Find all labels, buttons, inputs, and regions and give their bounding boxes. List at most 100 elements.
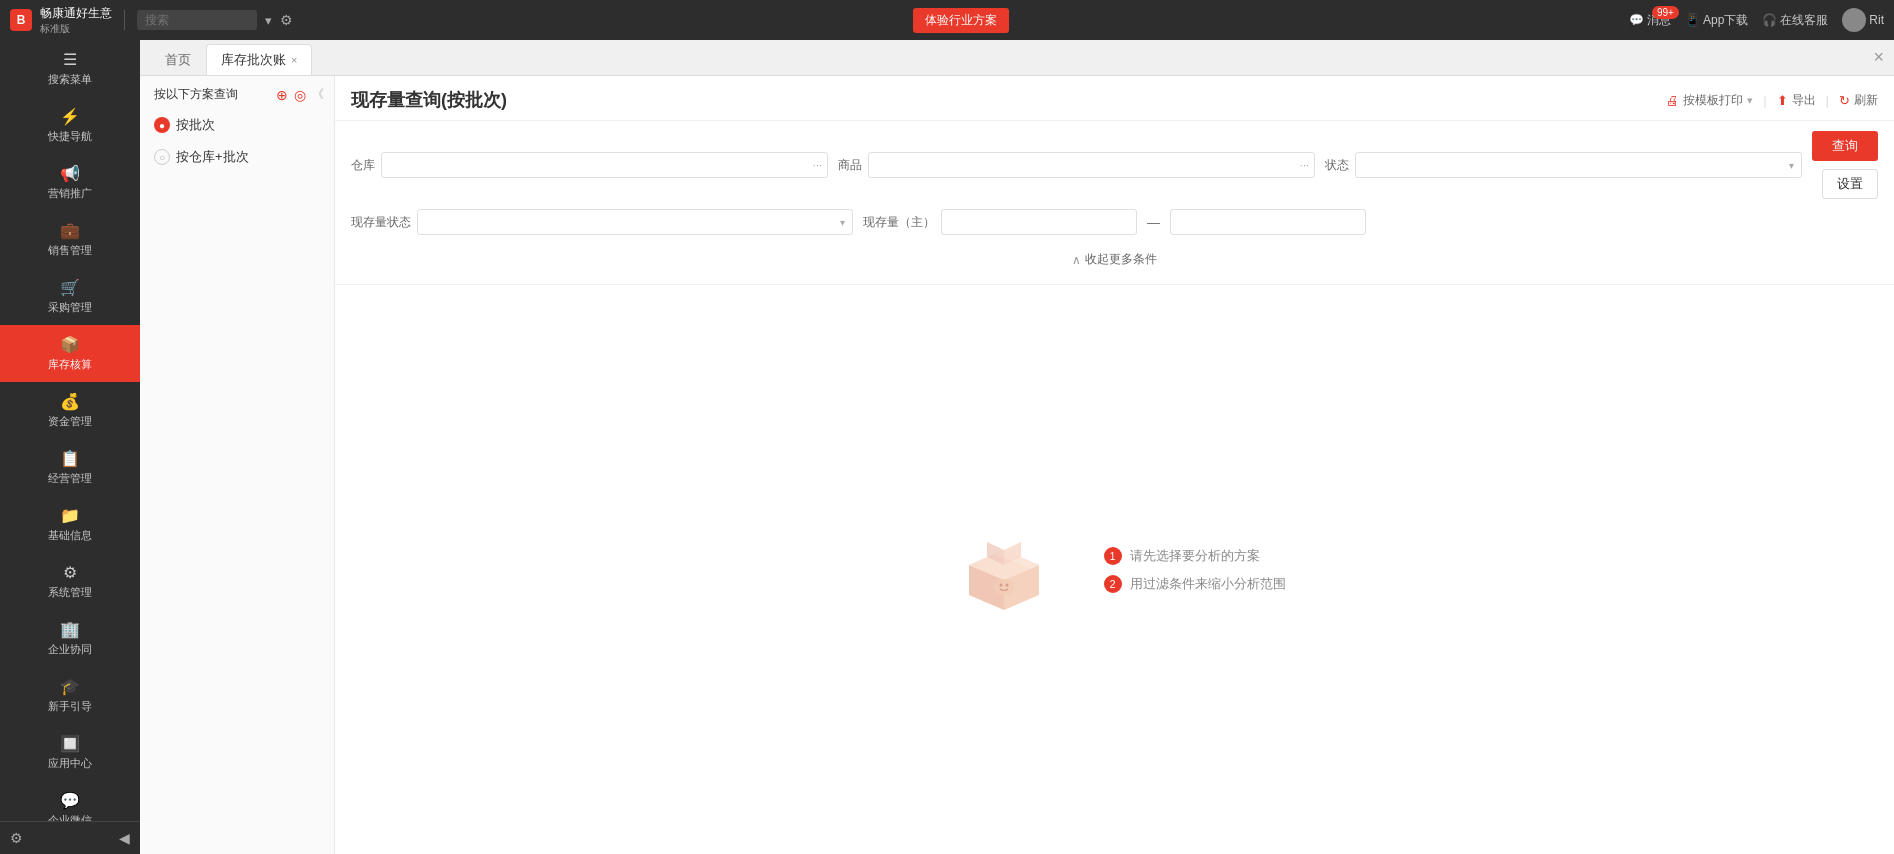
plan-item-by-warehouse-batch[interactable]: ○ 按仓库+批次 xyxy=(140,141,334,173)
collapse-bar[interactable]: ∧ 收起更多条件 xyxy=(351,245,1878,274)
app-brand: 畅康通好生意 标准版 xyxy=(40,5,112,36)
left-panel-title: 按以下方案查询 xyxy=(154,86,238,103)
sidebar-label-guide: 新手引导 xyxy=(48,699,92,714)
status-select[interactable] xyxy=(1355,152,1802,178)
trial-button[interactable]: 体验行业方案 xyxy=(913,8,1009,33)
content-area: 首页 库存批次账 × × 按以下方案查询 ⊕ ◎ 《 xyxy=(140,40,1894,854)
plan-active-dot: ● xyxy=(154,117,170,133)
plan-by-warehouse-batch-label: 按仓库+批次 xyxy=(176,148,249,166)
qty-filter-group: 现存量（主） — xyxy=(863,209,1365,235)
product-filter-group: 商品 ··· xyxy=(838,152,1315,178)
sidebar-item-basic-info[interactable]: 📁 基础信息 xyxy=(0,496,140,553)
home-tab-label: 首页 xyxy=(165,51,191,69)
empty-hint-1: 1 请先选择要分析的方案 xyxy=(1104,547,1286,565)
avatar xyxy=(1842,8,1866,32)
sidebar-label-finance: 资金管理 xyxy=(48,414,92,429)
sidebar-item-quick-nav[interactable]: ⚡ 快捷导航 xyxy=(0,97,140,154)
sidebar-item-guide[interactable]: 🎓 新手引导 xyxy=(0,667,140,724)
sidebar-icon-finance: 💰 xyxy=(60,392,80,411)
filter-actions: 查询 设置 xyxy=(1812,131,1878,199)
notification-item[interactable]: 💬 消息 99+ xyxy=(1629,12,1671,29)
app-download-item[interactable]: 📱 App下载 xyxy=(1685,12,1748,29)
notification-icon: 💬 xyxy=(1629,13,1644,27)
user-profile-item[interactable]: Rit xyxy=(1842,8,1884,32)
app-download-label: App下载 xyxy=(1703,12,1748,29)
sidebar-item-finance[interactable]: 💰 资金管理 xyxy=(0,382,140,439)
sidebar-item-wechat[interactable]: 💬 企业微信 xyxy=(0,781,140,821)
filter-settings-button[interactable]: 设置 xyxy=(1822,169,1878,199)
collapse-left-panel-icon[interactable]: 《 xyxy=(312,86,324,103)
print-button[interactable]: 🖨 按模板打印 ▾ xyxy=(1666,92,1753,109)
inventory-status-select-wrapper xyxy=(417,209,853,235)
tab-inventory-batch[interactable]: 库存批次账 × xyxy=(206,44,312,75)
sidebar-item-sales[interactable]: 💼 销售管理 xyxy=(0,211,140,268)
filter-row-1: 仓库 ··· 商品 ··· xyxy=(351,131,1878,199)
page-header: 现存量查询(按批次) 🖨 按模板打印 ▾ | ⬆ 导出 | xyxy=(335,76,1894,121)
hint-2-text: 用过滤条件来缩小分析范围 xyxy=(1130,575,1286,593)
customer-service-item[interactable]: 🎧 在线客服 xyxy=(1762,12,1828,29)
header-divider-1: | xyxy=(1763,93,1766,108)
qty-end-input[interactable] xyxy=(1170,209,1366,235)
topbar-center: 体验行业方案 xyxy=(913,8,1009,33)
sidebar-label-search-menu: 搜索菜单 xyxy=(48,72,92,87)
sidebar-item-marketing[interactable]: 📢 营销推广 xyxy=(0,154,140,211)
sidebar-label-wechat: 企业微信 xyxy=(48,813,92,821)
collapse-label: 收起更多条件 xyxy=(1085,251,1157,268)
warehouse-label: 仓库 xyxy=(351,157,375,174)
sidebar-item-app-center[interactable]: 🔲 应用中心 xyxy=(0,724,140,781)
sidebar-item-enterprise[interactable]: 🏢 企业协同 xyxy=(0,610,140,667)
sidebar-item-system[interactable]: ⚙ 系统管理 xyxy=(0,553,140,610)
phone-icon: 📱 xyxy=(1685,13,1700,27)
app-logo: B xyxy=(10,9,32,31)
qty-start-input[interactable] xyxy=(941,209,1137,235)
page-header-actions: 🖨 按模板打印 ▾ | ⬆ 导出 | ↻ 刷新 xyxy=(1666,92,1878,109)
export-icon: ⬆ xyxy=(1777,93,1788,108)
sidebar-label-system: 系统管理 xyxy=(48,585,92,600)
headset-icon: 🎧 xyxy=(1762,13,1777,27)
product-label: 商品 xyxy=(838,157,862,174)
warehouse-more-icon[interactable]: ··· xyxy=(813,159,822,171)
product-input-wrapper: ··· xyxy=(868,152,1315,178)
sidebar-icon-wechat: 💬 xyxy=(60,791,80,810)
print-icon: 🖨 xyxy=(1666,93,1679,108)
customer-service-label: 在线客服 xyxy=(1780,12,1828,29)
sidebar-collapse-icon[interactable]: ◀ xyxy=(119,830,130,846)
panel-close-button[interactable]: × xyxy=(1863,47,1894,68)
right-panel: 现存量查询(按批次) 🖨 按模板打印 ▾ | ⬆ 导出 | xyxy=(335,76,1894,854)
inventory-status-select[interactable] xyxy=(417,209,853,235)
tab-close-icon[interactable]: × xyxy=(291,54,297,66)
sidebar-item-purchase[interactable]: 🛒 采购管理 xyxy=(0,268,140,325)
search-input[interactable] xyxy=(137,10,257,30)
add-plan-icon[interactable]: ⊕ xyxy=(276,87,288,103)
notification-badge: 99+ xyxy=(1652,6,1679,19)
export-button[interactable]: ⬆ 导出 xyxy=(1777,92,1816,109)
product-input[interactable] xyxy=(868,152,1315,178)
product-more-icon[interactable]: ··· xyxy=(1300,159,1309,171)
query-button[interactable]: 查询 xyxy=(1812,131,1878,161)
search-dropdown-icon[interactable]: ▾ xyxy=(265,13,272,28)
topbar-left: B 畅康通好生意 标准版 ▾ ⚙ xyxy=(10,5,293,36)
export-label: 导出 xyxy=(1792,92,1816,109)
settings-gear-icon[interactable]: ⚙ xyxy=(280,12,293,28)
sidebar-settings-icon[interactable]: ⚙ xyxy=(10,830,23,846)
tab-home[interactable]: 首页 xyxy=(150,44,206,75)
refresh-button[interactable]: ↻ 刷新 xyxy=(1839,92,1878,109)
settings-plan-icon[interactable]: ◎ xyxy=(294,87,306,103)
plan-item-by-batch[interactable]: ● 按批次 xyxy=(140,109,334,141)
qty-separator: — xyxy=(1147,215,1160,230)
sidebar-icon-basic-info: 📁 xyxy=(60,506,80,525)
inventory-status-filter-group: 现存量状态 xyxy=(351,209,853,235)
sidebar-label-app-center: 应用中心 xyxy=(48,756,92,771)
sidebar-label-inventory: 库存核算 xyxy=(48,357,92,372)
sidebar-icon-quick-nav: ⚡ xyxy=(60,107,80,126)
topbar: B 畅康通好生意 标准版 ▾ ⚙ 体验行业方案 💬 消息 99+ 📱 App下载… xyxy=(0,0,1894,40)
warehouse-input[interactable] xyxy=(381,152,828,178)
sidebar-bottom: ⚙ ◀ xyxy=(0,821,140,854)
print-dropdown-icon[interactable]: ▾ xyxy=(1747,94,1753,107)
sidebar-icon-operations: 📋 xyxy=(60,449,80,468)
sidebar-item-search-menu[interactable]: ☰ 搜索菜单 xyxy=(0,40,140,97)
sidebar: ☰ 搜索菜单 ⚡ 快捷导航 📢 营销推广 💼 销售管理 🛒 采购管理 📦 库存核… xyxy=(0,40,140,854)
sidebar-item-inventory[interactable]: 📦 库存核算 xyxy=(0,325,140,382)
sidebar-item-operations[interactable]: 📋 经营管理 xyxy=(0,439,140,496)
hint-1-text: 请先选择要分析的方案 xyxy=(1130,547,1260,565)
